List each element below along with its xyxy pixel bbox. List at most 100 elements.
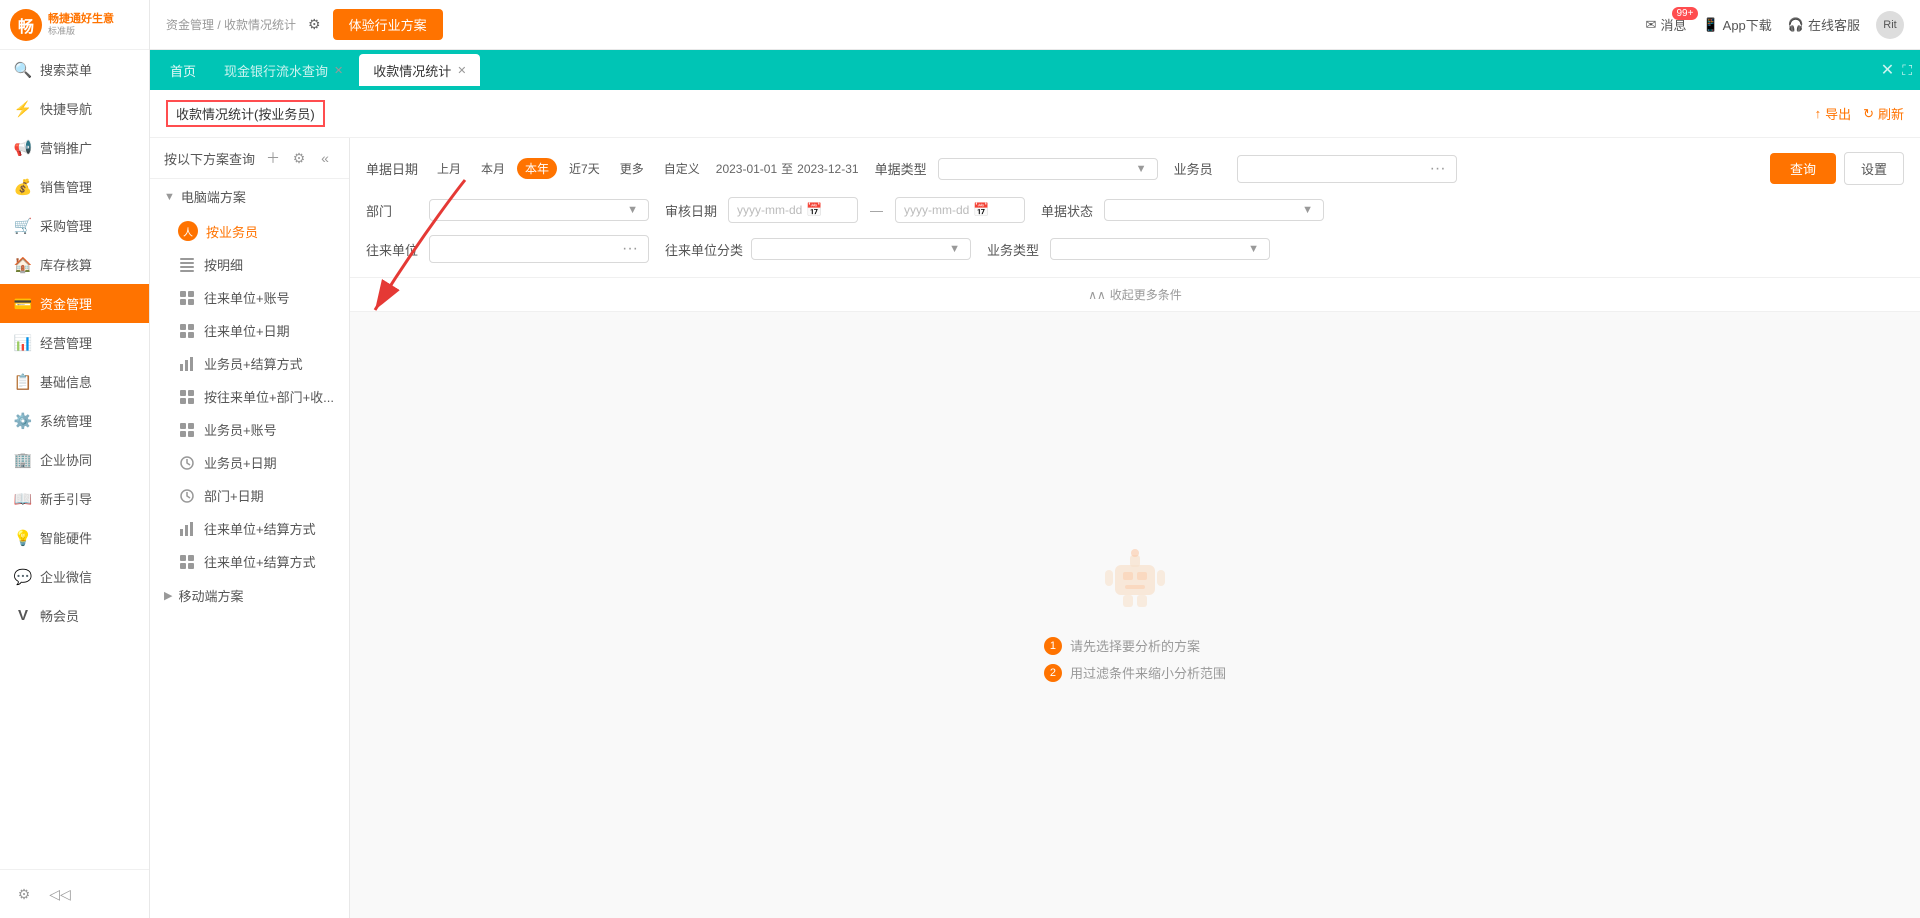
sidebar-item-member[interactable]: V 畅会员 <box>0 596 149 635</box>
sidebar-item-search[interactable]: 🔍 搜索菜单 <box>0 50 149 89</box>
bill-status-select[interactable]: ▼ <box>1104 199 1324 221</box>
scheme-item-partner-date[interactable]: 往来单位+日期 <box>150 314 349 347</box>
audit-date-to[interactable]: yyyy-mm-dd 📅 <box>895 197 1025 223</box>
tab-close-all-btn[interactable]: ✕ <box>1881 60 1894 80</box>
biz-type-select[interactable]: ▼ <box>1050 238 1270 260</box>
date-shortcut-this-year[interactable]: 本年 <box>517 158 557 179</box>
scheme-add-btn[interactable]: ＋ <box>263 148 283 168</box>
message-btn[interactable]: ✉ 消息 99+ <box>1646 15 1687 34</box>
sidebar-item-sales[interactable]: 💰 销售管理 <box>0 167 149 206</box>
partner-category-select[interactable]: ▼ <box>751 238 971 260</box>
scheme-group-mobile-header[interactable]: ▶ 移动端方案 <box>150 578 349 613</box>
dept-filter: 部门 ▼ <box>366 199 649 221</box>
scheme-item-partner-payment3[interactable]: 往来单位+结算方式 <box>150 545 349 578</box>
sidebar-item-basic[interactable]: 📋 基础信息 <box>0 362 149 401</box>
tab-close-bank[interactable]: ✕ <box>334 64 343 77</box>
dash-separator: — <box>866 203 887 218</box>
sidebar-settings-btn[interactable]: ⚙ <box>10 880 38 908</box>
dept-select[interactable]: ▼ <box>429 199 649 221</box>
dept-chevron: ▼ <box>627 204 638 216</box>
scheme-config-btn[interactable]: ⚙ <box>289 148 309 168</box>
scheme-item-partner-dept[interactable]: 按往来单位+部门+收... <box>150 380 349 413</box>
scheme-item-by-salesman[interactable]: 人 按业务员 <box>150 214 349 248</box>
export-btn[interactable]: ↑ 导出 <box>1815 104 1852 123</box>
topbar-settings-icon[interactable]: ⚙ <box>308 16 321 33</box>
filter-rows: 单据日期 上月 本月 本年 近7天 更多 自定义 <box>350 138 1920 278</box>
enterprise-icon: 🏢 <box>14 451 32 469</box>
date-filter: 单据日期 上月 本月 本年 近7天 更多 自定义 <box>366 158 859 179</box>
partner-select[interactable]: ··· <box>429 235 649 263</box>
sidebar-item-marketing[interactable]: 📢 营销推广 <box>0 128 149 167</box>
tab-receipt[interactable]: 收款情况统计 ✕ <box>359 54 480 86</box>
tab-close-receipt[interactable]: ✕ <box>457 64 466 77</box>
date-shortcut-this-month[interactable]: 本月 <box>473 158 513 179</box>
user-avatar[interactable]: Rit <box>1876 11 1904 39</box>
salesman-select[interactable]: ··· <box>1237 155 1457 183</box>
breadcrumb: 资金管理 / 收款情况统计 <box>166 16 296 33</box>
sidebar-item-quicknav[interactable]: ⚡ 快捷导航 <box>0 89 149 128</box>
tab-maximize-btn[interactable]: ⛶ <box>1902 62 1912 79</box>
logo-text: 畅捷通好生意 标准版 <box>48 12 114 38</box>
scheme-item-salesman-payment[interactable]: 业务员+结算方式 <box>150 347 349 380</box>
date-shortcut-custom[interactable]: 自定义 <box>656 158 708 179</box>
scheme-item-salesman-date[interactable]: 业务员+日期 <box>150 446 349 479</box>
wechat-icon: 💬 <box>14 568 32 586</box>
sidebar-item-hardware[interactable]: 💡 智能硬件 <box>0 518 149 557</box>
scheme-item-partner-payment2[interactable]: 往来单位+结算方式 <box>150 512 349 545</box>
sidebar-item-purchase[interactable]: 🛒 采购管理 <box>0 206 149 245</box>
date-shortcut-last-month[interactable]: 上月 <box>429 158 469 179</box>
service-btn[interactable]: 🎧 在线客服 <box>1788 15 1860 34</box>
app-download-btn[interactable]: 📱 App下载 <box>1702 15 1771 34</box>
refresh-btn[interactable]: ↻ 刷新 <box>1863 104 1904 123</box>
sidebar-item-guide[interactable]: 📖 新手引导 <box>0 479 149 518</box>
empty-step-1: 1 请先选择要分析的方案 <box>1044 636 1226 655</box>
partner-more-icon[interactable]: ··· <box>622 240 638 258</box>
partner-category-filter: 往来单位分类 ▼ <box>665 238 971 260</box>
sidebar-item-operations[interactable]: 📊 经营管理 <box>0 323 149 362</box>
scheme-item-by-detail[interactable]: 按明细 <box>150 248 349 281</box>
scheme-btn[interactable]: 体验行业方案 <box>333 9 443 40</box>
funds-icon: 💳 <box>14 295 32 313</box>
biz-type-chevron: ▼ <box>1248 243 1259 255</box>
scheme-item-salesman-account[interactable]: 业务员+账号 <box>150 413 349 446</box>
settings-btn[interactable]: 设置 <box>1844 152 1904 185</box>
audit-date-from[interactable]: yyyy-mm-dd 📅 <box>728 197 858 223</box>
sidebar: 畅 畅捷通好生意 标准版 🔍 搜索菜单 ⚡ 快捷导航 📢 营销推广 💰 销 <box>0 0 150 918</box>
tab-extra-actions: ✕ ⛶ <box>1881 60 1912 80</box>
bill-type-filter: 单据类型 ▼ <box>875 158 1158 180</box>
step-2-num: 2 <box>1044 664 1062 682</box>
scheme-item-dept-date[interactable]: 部门+日期 <box>150 479 349 512</box>
bill-type-select[interactable]: ▼ <box>938 158 1158 180</box>
empty-step-2: 2 用过滤条件来缩小分析范围 <box>1044 663 1226 682</box>
empty-state: 1 请先选择要分析的方案 2 用过滤条件来缩小分析范围 <box>350 312 1920 918</box>
query-btn[interactable]: 查询 <box>1770 153 1836 184</box>
scheme-group-desktop: ▼ 电脑端方案 人 按业务员 按明细 <box>150 179 349 578</box>
table-icon-5 <box>178 553 196 571</box>
date-shortcut-more[interactable]: 更多 <box>612 158 652 179</box>
date-range-display: 2023-01-01 至 2023-12-31 <box>716 160 859 177</box>
calendar-icon-from: 📅 <box>806 202 822 218</box>
tab-bank[interactable]: 现金银行流水查询 ✕ <box>210 54 357 86</box>
scheme-collapse-btn[interactable]: « <box>315 148 335 168</box>
salesman-filter: 业务员 ··· <box>1174 155 1457 183</box>
sidebar-item-enterprise[interactable]: 🏢 企业协同 <box>0 440 149 479</box>
hardware-icon: 💡 <box>14 529 32 547</box>
salesman-more-icon[interactable]: ··· <box>1430 160 1446 178</box>
table-icon-2 <box>178 322 196 340</box>
page-actions: ↑ 导出 ↻ 刷新 <box>1815 104 1904 123</box>
clock-icon-2 <box>178 487 196 505</box>
guide-icon: 📖 <box>14 490 32 508</box>
tab-home[interactable]: 首页 <box>158 61 208 80</box>
headset-icon: 🎧 <box>1788 17 1804 33</box>
sidebar-item-inventory[interactable]: 🏠 库存核算 <box>0 245 149 284</box>
date-shortcut-7days[interactable]: 近7天 <box>561 158 608 179</box>
quicknav-icon: ⚡ <box>14 100 32 118</box>
sidebar-item-funds[interactable]: 💳 资金管理 <box>0 284 149 323</box>
sidebar-item-system[interactable]: ⚙️ 系统管理 <box>0 401 149 440</box>
scheme-group-mobile: ▶ 移动端方案 <box>150 578 349 613</box>
sidebar-collapse-btn[interactable]: ◁◁ <box>46 880 74 908</box>
scheme-group-desktop-header[interactable]: ▼ 电脑端方案 <box>150 179 349 214</box>
sidebar-item-wechat[interactable]: 💬 企业微信 <box>0 557 149 596</box>
collapse-bar[interactable]: ∧∧ 收起更多条件 <box>350 278 1920 312</box>
scheme-item-partner-account[interactable]: 往来单位+账号 <box>150 281 349 314</box>
